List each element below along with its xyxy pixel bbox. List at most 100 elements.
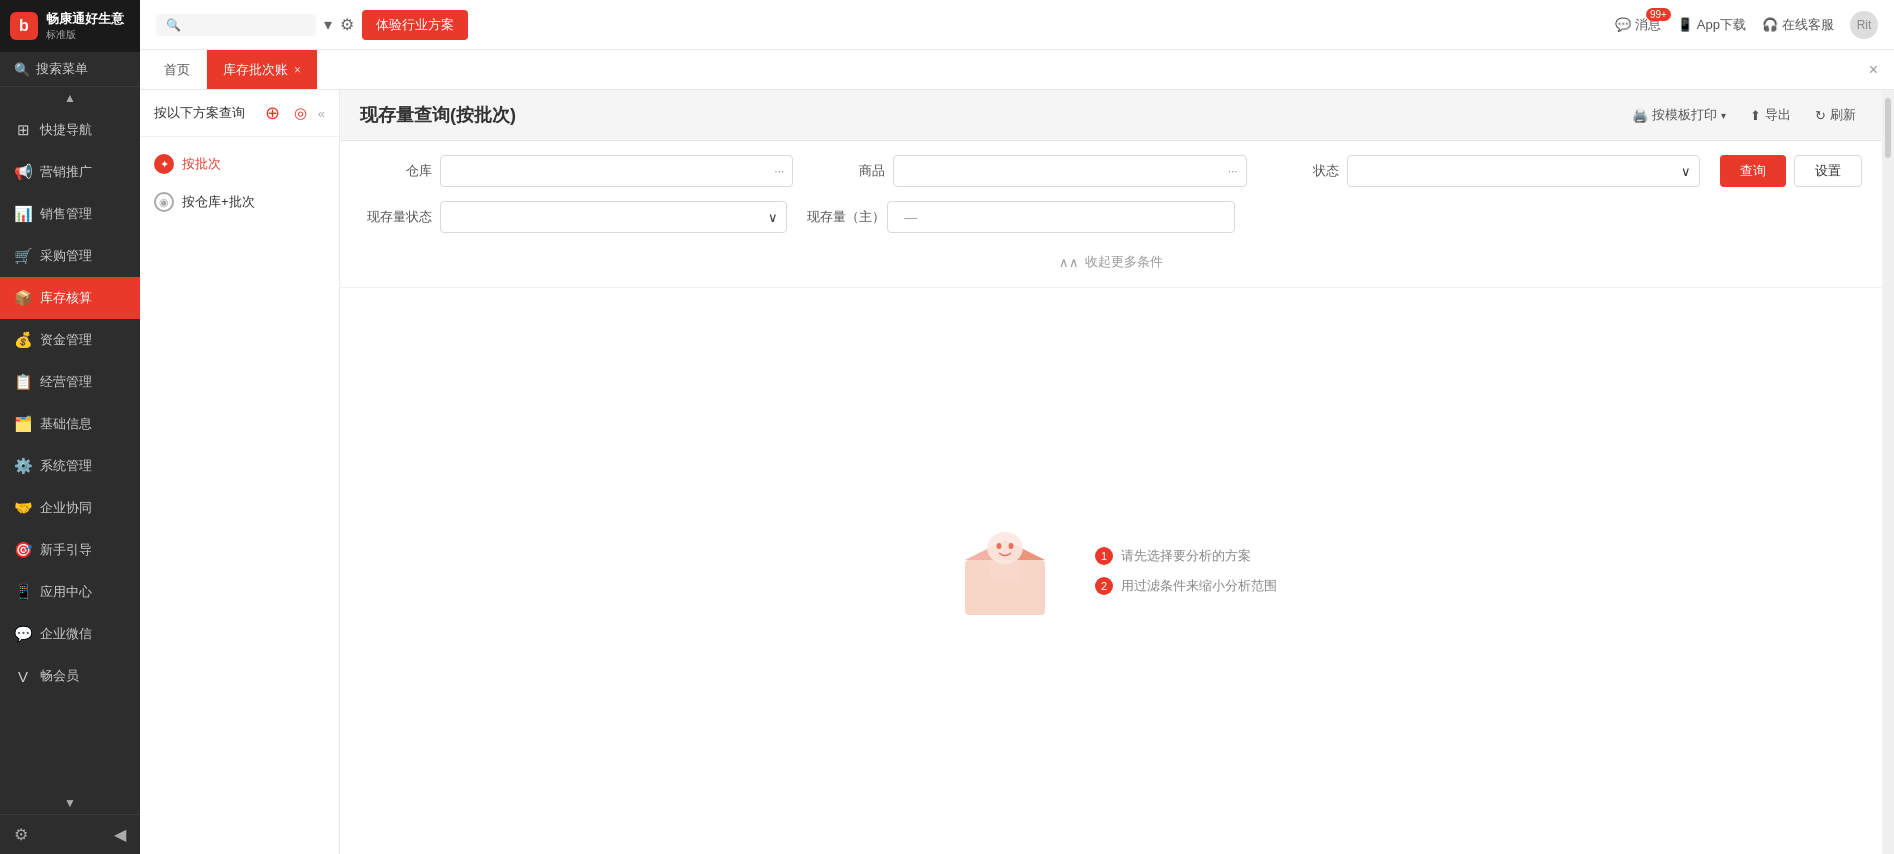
- phone-icon: 📱: [1677, 17, 1693, 32]
- app-logo: b: [10, 12, 38, 40]
- scheme-by-warehouse-batch-label: 按仓库+批次: [182, 193, 255, 211]
- status-arrow: ∨: [1681, 164, 1691, 179]
- warehouse-more: ···: [774, 164, 784, 178]
- product-label: 商品: [813, 162, 893, 180]
- sidebar-item-base[interactable]: 🗂️ 基础信息: [0, 403, 140, 445]
- refresh-btn[interactable]: ↻ 刷新: [1809, 102, 1862, 128]
- collapse-sidebar-icon[interactable]: ◀: [114, 825, 126, 844]
- status-field: 状态 ∨: [1267, 155, 1700, 187]
- add-scheme-icon[interactable]: ⊕: [262, 102, 284, 124]
- hint-item-1: 1 请先选择要分析的方案: [1095, 547, 1277, 565]
- newbie-icon: 🎯: [14, 541, 32, 559]
- warehouse-field: 仓库 ···: [360, 155, 793, 187]
- svg-point-6: [997, 543, 1002, 549]
- topbar-settings-icon[interactable]: ⚙: [340, 15, 354, 34]
- collapse-panel-icon[interactable]: «: [318, 106, 325, 121]
- sidebar-item-label: 应用中心: [40, 583, 92, 601]
- app-title-group: 畅康通好生意 标准版: [46, 10, 124, 42]
- inventory-status-select[interactable]: ∨: [440, 201, 787, 233]
- sidebar-nav: ⊞ 快捷导航 📢 营销推广 📊 销售管理 🛒 采购管理 📦 库存核算 💰 资金管…: [0, 109, 140, 792]
- status-select[interactable]: ∨: [1347, 155, 1700, 187]
- sidebar-item-newbie[interactable]: 🎯 新手引导: [0, 529, 140, 571]
- topbar-search-icon: 🔍: [166, 18, 181, 32]
- sidebar-item-purchase[interactable]: 🛒 采购管理: [0, 235, 140, 277]
- left-panel-header: 按以下方案查询 ⊕ ◎ «: [140, 90, 339, 137]
- page-title: 现存量查询(按批次): [360, 103, 516, 127]
- sidebar-item-wechat[interactable]: 💬 企业微信: [0, 613, 140, 655]
- filter-row-1: 仓库 ··· 商品 ··· 状态: [360, 155, 1862, 187]
- status-label: 状态: [1267, 162, 1347, 180]
- scheme-settings-icon[interactable]: ◎: [290, 102, 312, 124]
- query-button[interactable]: 查询: [1720, 155, 1786, 187]
- scrollbar-thumb[interactable]: [1885, 98, 1891, 158]
- print-btn[interactable]: 🖨️ 按模板打印 ▾: [1626, 102, 1732, 128]
- sidebar-footer: ⚙ ◀: [0, 814, 140, 854]
- operations-icon: 📋: [14, 373, 32, 391]
- page-header-actions: 🖨️ 按模板打印 ▾ ⬆ 导出 ↻ 刷新: [1626, 102, 1862, 128]
- user-avatar-group[interactable]: Rit: [1850, 11, 1878, 39]
- sidebar-item-label: 库存核算: [40, 289, 92, 307]
- hint-text-1: 请先选择要分析的方案: [1121, 547, 1251, 565]
- sidebar-item-finance[interactable]: 💰 资金管理: [0, 319, 140, 361]
- message-group[interactable]: 💬 消息 99+: [1615, 16, 1661, 34]
- sidebar-item-app-center[interactable]: 📱 应用中心: [0, 571, 140, 613]
- shortcut-icon: ⊞: [14, 121, 32, 139]
- collapse-more-btn[interactable]: ∧∧ 收起更多条件: [360, 247, 1862, 273]
- quantity-range[interactable]: —: [887, 201, 1234, 233]
- tab-active-label: 库存批次账: [223, 61, 288, 79]
- topbar-search-box[interactable]: 🔍: [156, 14, 316, 36]
- tab-bar: 首页 库存批次账 × ×: [140, 50, 1894, 90]
- product-input[interactable]: ···: [893, 155, 1246, 187]
- sidebar-item-inventory[interactable]: 📦 库存核算: [0, 277, 140, 319]
- empty-hints: 1 请先选择要分析的方案 2 用过滤条件来缩小分析范围: [1095, 547, 1277, 595]
- sidebar-item-label: 销售管理: [40, 205, 92, 223]
- settings-button[interactable]: 设置: [1794, 155, 1862, 187]
- left-panel: 按以下方案查询 ⊕ ◎ « ✦ 按批次 ◉ 按仓库+批次: [140, 90, 340, 854]
- empty-content: 1 请先选择要分析的方案 2 用过滤条件来缩小分析范围: [945, 510, 1277, 633]
- product-more: ···: [1228, 164, 1238, 178]
- hint-num-2: 2: [1095, 577, 1113, 595]
- marketing-icon: 📢: [14, 163, 32, 181]
- message-icon: 💬: [1615, 17, 1631, 32]
- panel-close-button[interactable]: ×: [1861, 57, 1886, 83]
- topbar: 🔍 ▾ ⚙ 体验行业方案 💬 消息 99+ 📱 App下载 🎧 在线客服: [140, 0, 1894, 50]
- trial-btn[interactable]: 体验行业方案: [362, 10, 468, 40]
- tab-home[interactable]: 首页: [148, 50, 207, 89]
- main-area: 🔍 ▾ ⚙ 体验行业方案 💬 消息 99+ 📱 App下载 🎧 在线客服: [140, 0, 1894, 854]
- sidebar-item-operations[interactable]: 📋 经营管理: [0, 361, 140, 403]
- scheme-item-by-batch[interactable]: ✦ 按批次: [140, 145, 339, 183]
- print-label: 按模板打印: [1652, 106, 1717, 124]
- print-dropdown-icon: ▾: [1721, 110, 1726, 121]
- sidebar-search[interactable]: 🔍 搜索菜单: [0, 52, 140, 87]
- tab-inventory-batch[interactable]: 库存批次账 ×: [207, 50, 318, 89]
- scheme-item-by-warehouse-batch[interactable]: ◉ 按仓库+批次: [140, 183, 339, 221]
- scheme-inactive-icon: ◉: [154, 192, 174, 212]
- app-name: 畅康通好生意: [46, 10, 124, 28]
- sidebar-item-sales[interactable]: 📊 销售管理: [0, 193, 140, 235]
- svg-point-7: [1009, 543, 1014, 549]
- system-icon: ⚙️: [14, 457, 32, 475]
- sidebar-item-enterprise[interactable]: 🤝 企业协同: [0, 487, 140, 529]
- app-download-group[interactable]: 📱 App下载: [1677, 16, 1746, 34]
- avatar: Rit: [1850, 11, 1878, 39]
- warehouse-input[interactable]: ···: [440, 155, 793, 187]
- sidebar-item-system[interactable]: ⚙️ 系统管理: [0, 445, 140, 487]
- sidebar-item-label: 企业微信: [40, 625, 92, 643]
- sidebar-item-vip[interactable]: V 畅会员: [0, 655, 140, 697]
- tab-close-icon[interactable]: ×: [294, 63, 301, 77]
- sidebar-item-label: 系统管理: [40, 457, 92, 475]
- hint-item-2: 2 用过滤条件来缩小分析范围: [1095, 577, 1277, 595]
- sales-icon: 📊: [14, 205, 32, 223]
- purchase-icon: 🛒: [14, 247, 32, 265]
- topbar-gear-icon[interactable]: ▾: [324, 15, 332, 34]
- sidebar-scroll-up[interactable]: ▲: [0, 87, 140, 109]
- sidebar-item-marketing[interactable]: 📢 营销推广: [0, 151, 140, 193]
- export-btn[interactable]: ⬆ 导出: [1744, 102, 1797, 128]
- settings-icon[interactable]: ⚙: [14, 825, 28, 844]
- online-service-group[interactable]: 🎧 在线客服: [1762, 16, 1834, 34]
- filter-actions: 查询 设置: [1720, 155, 1862, 187]
- left-panel-actions: ⊕ ◎ «: [262, 102, 325, 124]
- sidebar-scroll-down[interactable]: ▼: [0, 792, 140, 814]
- sidebar-item-shortcut[interactable]: ⊞ 快捷导航: [0, 109, 140, 151]
- sidebar-item-label: 经营管理: [40, 373, 92, 391]
